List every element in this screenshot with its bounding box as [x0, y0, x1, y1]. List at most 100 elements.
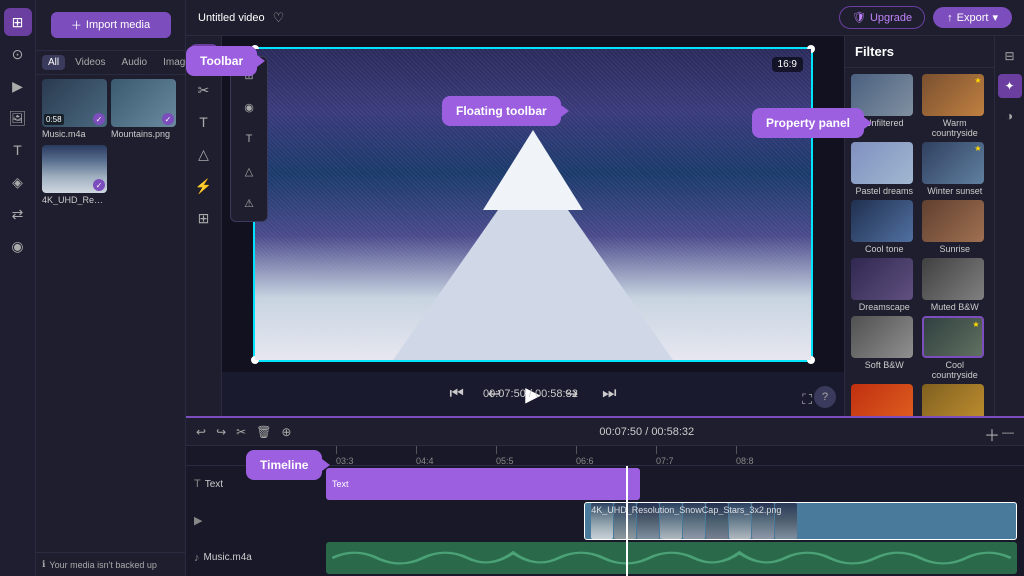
filter-thumbnail	[851, 258, 913, 300]
toolbar-panel: ↖ ✂ T △ ⚡ ⊞	[186, 36, 222, 416]
filters-icon[interactable]: ✦	[998, 74, 1022, 98]
floating-tool-3[interactable]: T	[235, 125, 263, 153]
filter-item[interactable]: Sunrise	[922, 200, 989, 254]
filter-item[interactable]: Deep fried	[851, 384, 918, 416]
tab-all[interactable]: All	[42, 55, 65, 70]
filter-label: Soft B&W	[851, 360, 918, 370]
filter-label: Dreamscape	[851, 302, 918, 312]
playhead[interactable]	[626, 466, 628, 576]
timeline-add-button[interactable]: ＋	[984, 422, 1000, 446]
redo-button[interactable]: ↪	[214, 423, 228, 441]
filter-label: Cool tone	[851, 244, 918, 254]
left-sidebar: ⊞ ⊙ ▶ 🖼 T ◈ ⇄ ◉	[0, 0, 36, 576]
timeline-settings-button[interactable]: —	[1000, 423, 1016, 441]
floating-tool-2[interactable]: ◉	[235, 93, 263, 121]
fullscreen-button[interactable]: ⛶	[802, 391, 812, 408]
media-row-1: 0:58 ✓ Music.m4a ✓ Mountains.png	[42, 79, 179, 139]
upgrade-button[interactable]: 🛡 Upgrade	[839, 6, 925, 29]
list-item[interactable]: ✓ 4K_UHD_Resolutio...	[42, 145, 107, 205]
sidebar-item-transitions[interactable]: ⇄	[4, 200, 32, 228]
audio-clip[interactable]	[326, 542, 1017, 574]
delete-button[interactable]: 🗑	[254, 423, 273, 441]
shapes-tool-button[interactable]: △	[190, 140, 218, 168]
save-icon[interactable]: ♡	[273, 10, 285, 26]
media-footer: ℹ Your media isn't backed up	[36, 552, 185, 576]
sidebar-item-text[interactable]: T	[4, 136, 32, 164]
ruler-mark: 03:3	[336, 446, 354, 466]
tune-icon[interactable]: ⊟	[998, 44, 1022, 68]
timeline-area: Timeline Property panel ↩ ↪ ✂ 🗑 ⊕ 00:07:…	[186, 416, 1024, 576]
sidebar-item-media[interactable]: ⊞	[4, 8, 32, 36]
filter-thumbnail	[922, 258, 984, 300]
property-panel-annotation: Property panel	[752, 108, 864, 138]
preview-controls: ⏮ ↩ ▶ ↪ ⏭ 00:07:50 / 00:58:32 ⛶ ?	[222, 372, 844, 416]
sidebar-item-graphics[interactable]: ◈	[4, 168, 32, 196]
text-track-icon: T	[194, 478, 201, 490]
ruler-mark: 06:6	[576, 446, 594, 466]
duplicate-button[interactable]: ⊕	[279, 423, 293, 441]
right-icon-strip: ⊟ ✦ ◑	[994, 36, 1024, 416]
text-track-content: Text	[326, 468, 1024, 500]
filters-panel: Filters Unfiltered★Warm countrysidePaste…	[844, 36, 994, 416]
waveform	[332, 542, 1011, 574]
sidebar-item-stock-video[interactable]: ▶	[4, 72, 32, 100]
filter-item[interactable]: Muted B&W	[922, 258, 989, 312]
help-button[interactable]: ?	[814, 386, 836, 408]
sidebar-item-stock-image[interactable]: 🖼	[4, 104, 32, 132]
list-item[interactable]: ✓ Mountains.png	[111, 79, 176, 139]
media-panel-header: ＋ Import media	[36, 0, 185, 51]
duration-badge: 0:58	[44, 114, 64, 125]
floating-tool-5[interactable]: ⚠	[235, 189, 263, 217]
import-media-button[interactable]: ＋ Import media	[51, 12, 171, 38]
rewind-button[interactable]: ⏮	[445, 381, 467, 407]
fast-forward-button[interactable]: ⏭	[598, 381, 620, 407]
media-row-2: ✓ 4K_UHD_Resolutio...	[42, 145, 179, 205]
checkmark-icon: ✓	[162, 113, 174, 125]
filter-label: Warm countryside	[922, 118, 989, 138]
filter-item[interactable]: Pastel dreams	[851, 142, 918, 196]
sidebar-item-brand[interactable]: ◉	[4, 232, 32, 260]
media-item-label: Mountains.png	[111, 129, 176, 139]
toolbar-label: Toolbar	[200, 54, 243, 68]
adjust-icon[interactable]: ◑	[998, 104, 1022, 128]
sidebar-item-record[interactable]: ⊙	[4, 40, 32, 68]
ratio-badge: 16:9	[772, 57, 803, 72]
filter-item[interactable]: ★Warm countryside	[922, 74, 989, 138]
floating-toolbar-annotation: Floating toolbar	[442, 96, 561, 126]
timeline-time: 00:07:50 / 00:58:32	[299, 426, 994, 438]
filter-thumbnail	[922, 200, 984, 242]
audio-track-content	[326, 542, 1024, 574]
annotation-arrow	[322, 459, 330, 471]
filter-item[interactable]: Golden	[922, 384, 989, 416]
favorite-icon: ★	[972, 320, 979, 329]
filter-label: Sunrise	[922, 244, 989, 254]
chevron-down-icon: ▾	[992, 11, 998, 24]
video-track-content: 4K_UHD_Resolution_SnowCap_Stars_3x2.png	[326, 502, 1024, 540]
filter-item[interactable]: Dreamscape	[851, 258, 918, 312]
text-tool-button[interactable]: T	[190, 108, 218, 136]
cut-button[interactable]: ✂	[234, 423, 248, 441]
audio-track-row: ♪ Music.m4a	[186, 542, 1024, 574]
filter-label: Pastel dreams	[851, 186, 918, 196]
filter-item[interactable]: ★Cool countryside	[922, 316, 989, 380]
preview-canvas: ⊞ ◉ T △ ⚠ 16:9	[222, 36, 844, 372]
cut-tool-button[interactable]: ✂	[190, 76, 218, 104]
floating-tool-4[interactable]: △	[235, 157, 263, 185]
filter-item[interactable]: Cool tone	[851, 200, 918, 254]
tab-audio[interactable]: Audio	[116, 55, 154, 70]
transition-tool-button[interactable]: ⚡	[190, 172, 218, 200]
list-item[interactable]: 0:58 ✓ Music.m4a	[42, 79, 107, 139]
tab-videos[interactable]: Videos	[69, 55, 111, 70]
media-tabs: All Videos Audio Images	[36, 51, 185, 75]
filter-item[interactable]: ★Winter sunset	[922, 142, 989, 196]
project-title[interactable]: Untitled video	[198, 12, 265, 24]
video-clip[interactable]: 4K_UHD_Resolution_SnowCap_Stars_3x2.png	[584, 502, 1017, 540]
export-button[interactable]: ↑ Export ▾	[933, 7, 1012, 28]
overlay-tool-button[interactable]: ⊞	[190, 204, 218, 232]
undo-button[interactable]: ↩	[194, 423, 208, 441]
main-area: Untitled video ♡ 🛡 Upgrade ↑ Export ▾ ↖ …	[186, 0, 1024, 576]
prop-annotation-arrow	[864, 117, 872, 129]
filter-item[interactable]: Soft B&W	[851, 316, 918, 380]
floating-toolbar: ⊞ ◉ T △ ⚠	[230, 56, 268, 222]
text-clip[interactable]: Text	[326, 468, 640, 500]
